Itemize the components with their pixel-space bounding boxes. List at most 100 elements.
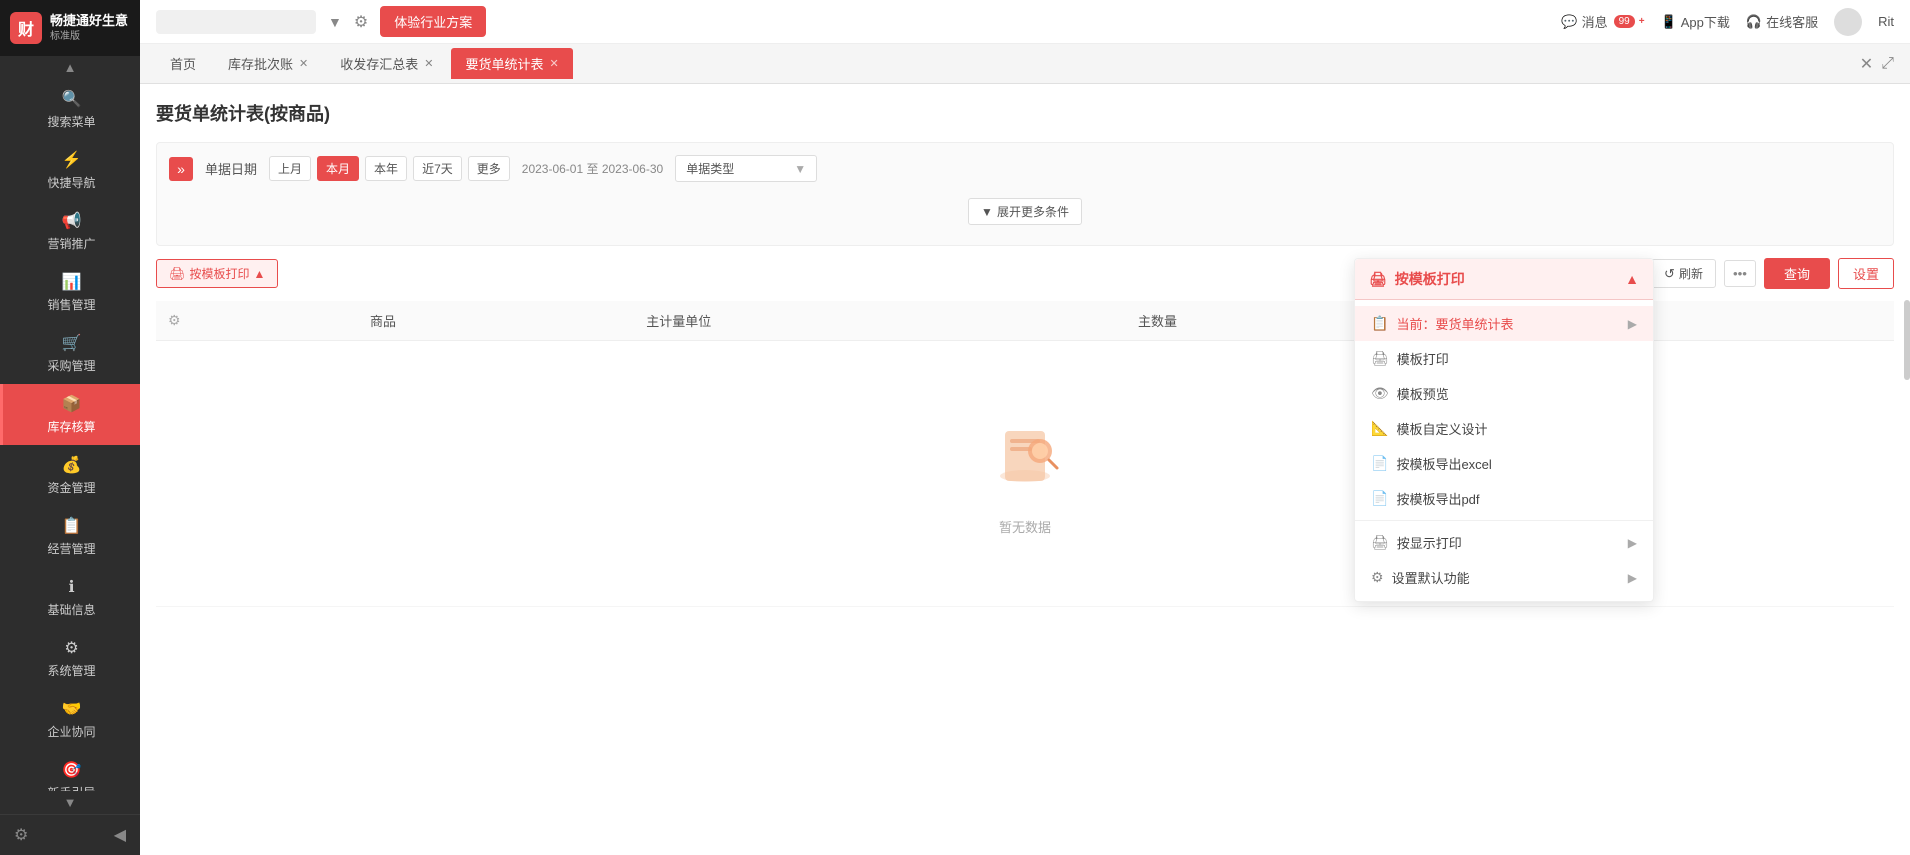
expand-icon: ▼ bbox=[981, 205, 993, 219]
sidebar-item-search[interactable]: 🔍 搜索菜单 bbox=[0, 79, 140, 140]
sidebar-item-label: 企业协同 bbox=[47, 723, 95, 740]
sidebar-item-enterprise[interactable]: 🤝 企业协同 bbox=[0, 689, 140, 750]
query-button[interactable]: 查询 bbox=[1764, 258, 1830, 289]
tabbar-close-icon[interactable]: ✕ bbox=[1860, 54, 1873, 74]
expand-more-filters-button[interactable]: ▼ 展开更多条件 bbox=[968, 198, 1082, 225]
date-btn-this-year[interactable]: 本年 bbox=[365, 156, 407, 181]
refresh-button[interactable]: ↺ 刷新 bbox=[1651, 259, 1716, 288]
topbar: ▼ ⚙ 体验行业方案 💬 消息 99 + 📱 App下载 🎧 在线客服 Rit bbox=[140, 0, 1910, 44]
print-title-icon: 🖨 bbox=[1369, 271, 1387, 288]
template-preview-item[interactable]: 👁 模板预览 bbox=[1355, 376, 1653, 411]
logo-icon: 财 bbox=[10, 12, 42, 44]
sidebar-item-sales[interactable]: 📊 销售管理 bbox=[0, 262, 140, 323]
table-settings-icon[interactable]: ⚙ bbox=[168, 312, 181, 328]
tab-home[interactable]: 首页 bbox=[156, 48, 210, 79]
print-dropdown-close-icon[interactable]: ▲ bbox=[1625, 271, 1639, 287]
date-btn-last-7-days[interactable]: 近7天 bbox=[413, 156, 462, 181]
template-custom-item[interactable]: 📐 模板自定义设计 bbox=[1355, 411, 1653, 446]
app-download-button[interactable]: 📱 App下载 bbox=[1661, 12, 1730, 31]
tabbar-expand-icon[interactable]: ⤢ bbox=[1881, 55, 1894, 73]
print-icon: 🖨 bbox=[169, 266, 186, 282]
system-icon: ⚙ bbox=[64, 638, 78, 658]
sidebar-item-label: 快捷导航 bbox=[47, 174, 95, 191]
sidebar-scroll-up[interactable]: ▲ bbox=[0, 56, 140, 79]
display-print-chevron: ▶ bbox=[1628, 536, 1637, 550]
tab-order-stats[interactable]: 要货单统计表 ✕ bbox=[451, 48, 572, 79]
sidebar-item-quick-nav[interactable]: ⚡ 快捷导航 bbox=[0, 140, 140, 201]
sidebar-item-guide[interactable]: 🎯 新手引导 bbox=[0, 750, 140, 791]
more-options-button[interactable]: ••• bbox=[1724, 260, 1756, 287]
filter-bar: » 单据日期 上月 本月 本年 近7天 更多 2023-06-01 至 2023… bbox=[156, 142, 1894, 246]
type-filter-label: 单据类型 bbox=[686, 160, 734, 177]
sidebar-item-label: 搜索菜单 bbox=[47, 113, 95, 130]
marketing-icon: 📢 bbox=[62, 211, 82, 231]
sidebar-bottom: ⚙ ◀ bbox=[0, 814, 140, 855]
sidebar-items: 🔍 搜索菜单 ⚡ 快捷导航 📢 营销推广 📊 销售管理 🛒 采购管理 📦 库存核… bbox=[0, 79, 140, 791]
date-btn-last-month[interactable]: 上月 bbox=[269, 156, 311, 181]
sidebar-item-system[interactable]: ⚙ 系统管理 bbox=[0, 628, 140, 689]
sidebar-item-marketing[interactable]: 📢 营销推广 bbox=[0, 201, 140, 262]
date-group: 上月 本月 本年 近7天 更多 2023-06-01 至 2023-06-30 bbox=[269, 156, 663, 181]
topbar-gear-icon[interactable]: ⚙ bbox=[354, 12, 368, 32]
date-btn-this-month[interactable]: 本月 bbox=[317, 156, 359, 181]
tab-receipt-summary[interactable]: 收发存汇总表 ✕ bbox=[326, 48, 447, 79]
sidebar-item-finance[interactable]: 💰 资金管理 bbox=[0, 445, 140, 506]
print-dropdown-section: 📋 当前：要货单统计表 ▶ 🖨 模板打印 👁 bbox=[1355, 300, 1653, 601]
sidebar-scroll-down[interactable]: ▼ bbox=[0, 791, 140, 814]
sidebar-item-label: 新手引导 bbox=[47, 784, 95, 791]
tab-close-order-stats[interactable]: ✕ bbox=[550, 57, 559, 70]
table-col-settings[interactable]: ⚙ bbox=[156, 301, 358, 341]
filter-expand-button[interactable]: » bbox=[169, 157, 193, 181]
display-print-item[interactable]: 🖨 按显示打印 ▶ bbox=[1355, 525, 1653, 560]
date-btn-more[interactable]: 更多 bbox=[468, 156, 510, 181]
logo-text: 畅捷通好生意 标准版 bbox=[50, 13, 128, 43]
current-template-chevron: ▶ bbox=[1628, 317, 1637, 331]
enterprise-icon: 🤝 bbox=[62, 699, 82, 719]
template-export-pdf-icon: 📄 bbox=[1371, 490, 1388, 507]
user-avatar[interactable] bbox=[1834, 8, 1862, 36]
table-col-product: 商品 bbox=[358, 301, 634, 341]
empty-illustration bbox=[985, 411, 1065, 505]
sidebar-item-inventory[interactable]: 📦 库存核算 bbox=[0, 384, 140, 445]
setting-button[interactable]: 设置 bbox=[1838, 258, 1894, 289]
settings-icon[interactable]: ⚙ bbox=[14, 825, 28, 845]
date-range-display: 2023-06-01 至 2023-06-30 bbox=[522, 160, 663, 177]
tab-close-inventory-batch[interactable]: ✕ bbox=[299, 57, 308, 70]
edge-scrollbar[interactable] bbox=[1904, 300, 1910, 380]
messages-badge: 99 bbox=[1614, 15, 1635, 28]
template-export-excel-item[interactable]: 📄 按模板导出excel bbox=[1355, 446, 1653, 481]
page-title: 要货单统计表(按商品) bbox=[156, 100, 1894, 126]
sidebar-item-label: 销售管理 bbox=[47, 296, 95, 313]
guide-icon: 🎯 bbox=[62, 760, 82, 780]
message-icon: 💬 bbox=[1561, 14, 1577, 30]
tab-inventory-batch[interactable]: 库存批次账 ✕ bbox=[214, 48, 322, 79]
app-name: 畅捷通好生意 bbox=[50, 13, 128, 30]
current-template-icon: 📋 bbox=[1371, 315, 1388, 332]
type-filter-select[interactable]: 单据类型 ▼ bbox=[675, 155, 817, 182]
template-print-item[interactable]: 🖨 模板打印 bbox=[1355, 341, 1653, 376]
basics-icon: ℹ bbox=[68, 577, 74, 597]
app-download-icon: 📱 bbox=[1661, 14, 1677, 30]
sidebar-item-label: 经营管理 bbox=[47, 540, 95, 557]
sidebar-item-label: 营销推广 bbox=[47, 235, 95, 252]
current-template-item[interactable]: 📋 当前：要货单统计表 ▶ bbox=[1355, 306, 1653, 341]
topbar-chevron-icon[interactable]: ▼ bbox=[328, 14, 342, 30]
sidebar-item-purchase[interactable]: 🛒 采购管理 bbox=[0, 323, 140, 384]
online-support-button[interactable]: 🎧 在线客服 bbox=[1746, 12, 1818, 31]
trial-button[interactable]: 体验行业方案 bbox=[380, 6, 486, 37]
collapse-icon[interactable]: ◀ bbox=[114, 825, 126, 845]
display-print-icon: 🖨 bbox=[1371, 534, 1389, 551]
print-template-button[interactable]: 🖨 按模板打印 ▲ bbox=[156, 259, 278, 288]
template-custom-icon: 📐 bbox=[1371, 420, 1388, 437]
operations-icon: 📋 bbox=[62, 516, 82, 536]
inventory-icon: 📦 bbox=[62, 394, 82, 414]
print-dropdown-divider bbox=[1355, 520, 1653, 521]
topbar-search-input[interactable] bbox=[156, 10, 316, 34]
template-export-pdf-item[interactable]: 📄 按模板导出pdf bbox=[1355, 481, 1653, 516]
default-func-item[interactable]: ⚙ 设置默认功能 ▶ bbox=[1355, 560, 1653, 595]
messages-button[interactable]: 💬 消息 99 + bbox=[1561, 12, 1644, 31]
sidebar-item-basics[interactable]: ℹ 基础信息 bbox=[0, 567, 140, 628]
sidebar-item-operations[interactable]: 📋 经营管理 bbox=[0, 506, 140, 567]
content-area: 要货单统计表(按商品) » 单据日期 上月 本月 本年 近7天 更多 2023-… bbox=[140, 84, 1910, 855]
tab-close-receipt-summary[interactable]: ✕ bbox=[424, 57, 433, 70]
